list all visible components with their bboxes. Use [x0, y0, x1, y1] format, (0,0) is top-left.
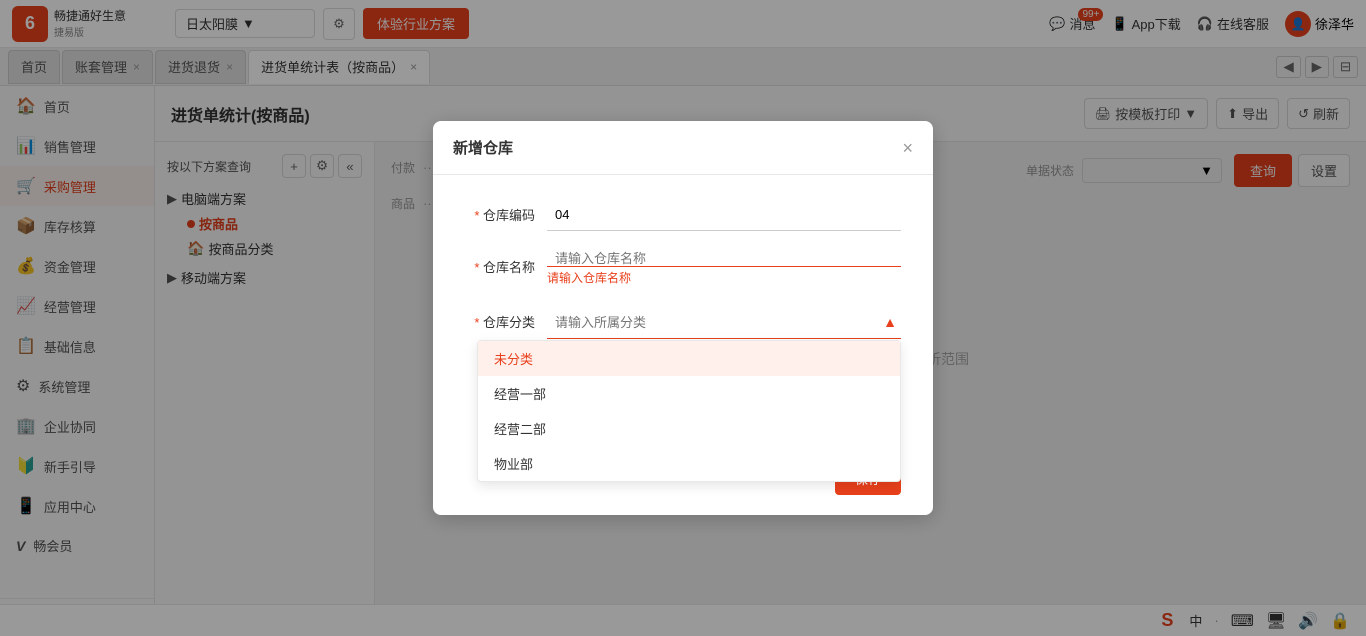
dialog-header: 新增仓库 × — [433, 121, 933, 175]
name-error-message: 请输入仓库名称 — [547, 269, 901, 286]
warehouse-code-input[interactable] — [547, 199, 901, 231]
category-dropdown: 未分类 经营一部 经营二部 物业部 — [477, 340, 901, 482]
dialog-title: 新增仓库 — [453, 137, 513, 158]
category-label: 仓库分类 — [465, 306, 535, 331]
code-label: 仓库编码 — [465, 199, 535, 224]
name-label: 仓库名称 — [465, 251, 535, 276]
close-dialog-button[interactable]: × — [902, 139, 913, 157]
dropdown-item-dept3[interactable]: 物业部 — [478, 446, 900, 481]
new-warehouse-dialog: 新增仓库 × 仓库编码 仓库名称 请输入仓库名称 仓库分类 — [433, 121, 933, 515]
dropdown-item-dept1[interactable]: 经营一部 — [478, 376, 900, 411]
form-row-code: 仓库编码 — [465, 199, 901, 231]
dropdown-item-uncategorized[interactable]: 未分类 — [478, 341, 900, 376]
form-row-category: 仓库分类 ▲ 未分类 经营一部 经营二部 — [465, 306, 901, 339]
warehouse-name-input[interactable] — [547, 251, 901, 267]
dialog-body: 仓库编码 仓库名称 请输入仓库名称 仓库分类 ▲ — [433, 175, 933, 446]
name-field-wrap: 请输入仓库名称 — [547, 251, 901, 286]
modal-overlay: 新增仓库 × 仓库编码 仓库名称 请输入仓库名称 仓库分类 — [0, 0, 1366, 636]
dropdown-item-dept2[interactable]: 经营二部 — [478, 411, 900, 446]
category-input[interactable] — [547, 306, 879, 338]
category-select-wrap: ▲ 未分类 经营一部 经营二部 物业部 — [547, 306, 901, 339]
form-row-name: 仓库名称 请输入仓库名称 — [465, 251, 901, 286]
chevron-up-icon[interactable]: ▲ — [879, 314, 901, 330]
